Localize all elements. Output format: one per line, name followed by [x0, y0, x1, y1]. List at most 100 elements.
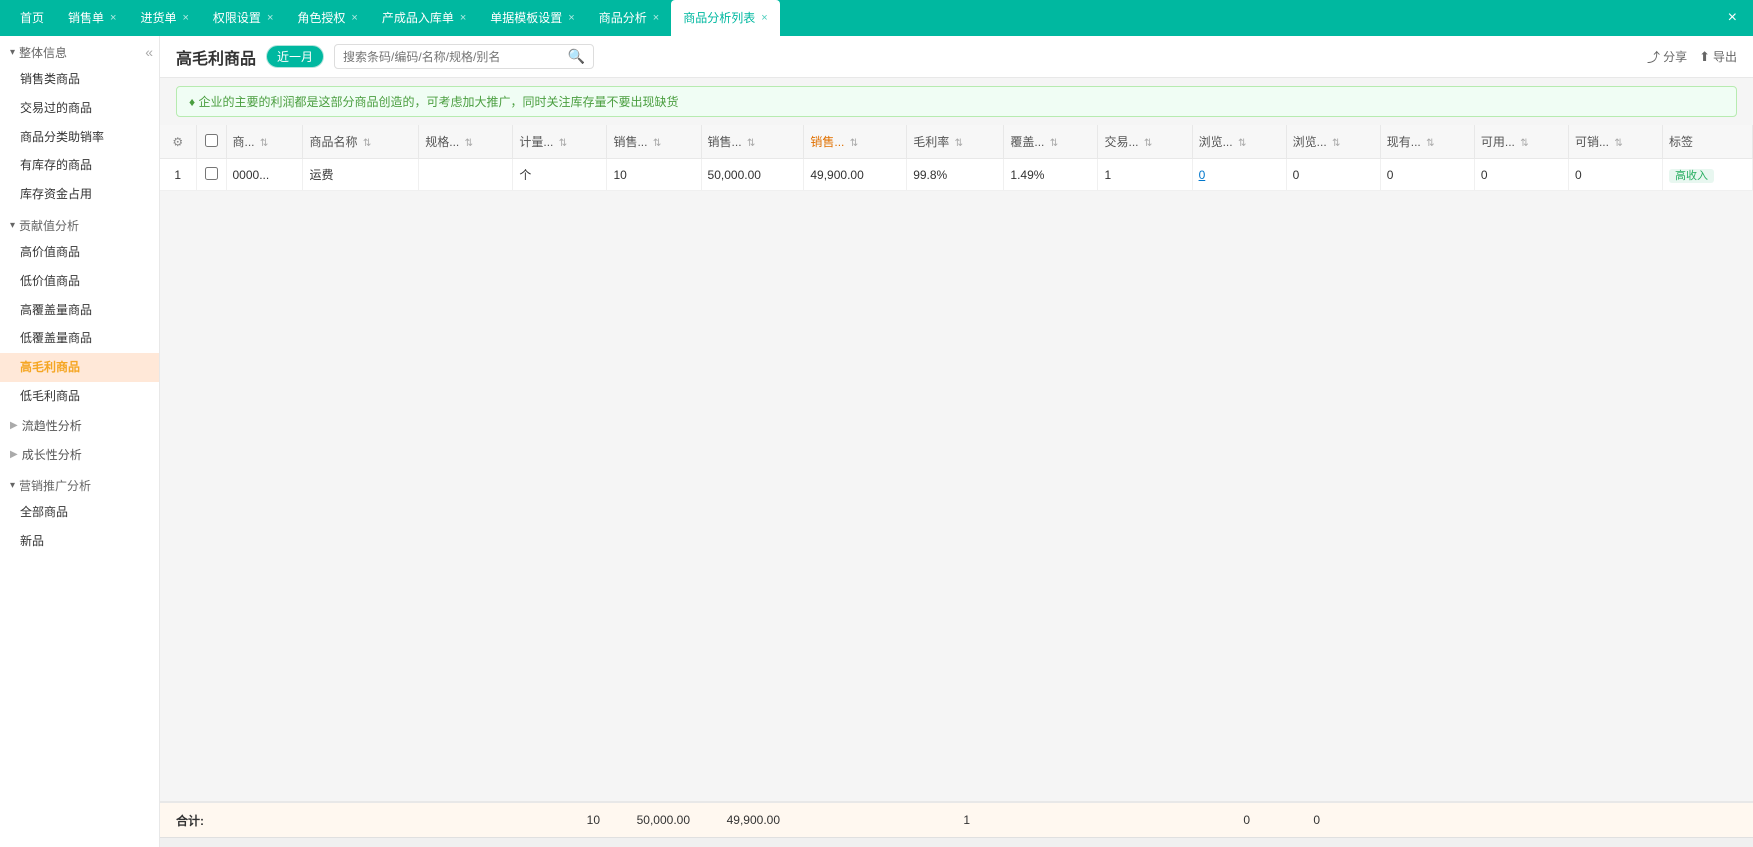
col-checkbox[interactable] [196, 125, 226, 159]
close-all-button[interactable]: × [1720, 9, 1745, 27]
close-icon[interactable]: × [568, 0, 574, 36]
col-current-stock-header[interactable]: 现有... ⇅ [1380, 125, 1474, 159]
sidebar-group-growth[interactable]: ▶ 成长性分析 [0, 440, 159, 469]
col-gross-margin-header[interactable]: 毛利率 ⇅ [907, 125, 1004, 159]
share-icon: ⤴ [1647, 47, 1660, 66]
footer-sellable: 0 [1256, 813, 1326, 827]
col-name-header[interactable]: 商品名称 ⇅ [303, 125, 419, 159]
close-icon[interactable]: × [351, 0, 357, 36]
col-tag-header[interactable]: 标签 [1663, 125, 1753, 159]
sort-icon: ⇅ [1426, 138, 1434, 149]
nav-item-purchase[interactable]: 进货单 × [128, 0, 200, 36]
page-title: 高毛利商品 [176, 45, 256, 69]
table-row: 1 0000... 运费 个 10 50,000.00 49,900.00 99… [160, 159, 1753, 191]
close-icon[interactable]: × [653, 0, 659, 36]
table-header-row: ⚙ 商... ⇅ 商品名称 ⇅ [160, 125, 1753, 159]
row-browse2: 0 [1286, 159, 1380, 191]
sidebar-item-low-coverage[interactable]: 低覆盖量商品 [0, 324, 159, 353]
col-transaction-header[interactable]: 交易... ⇅ [1098, 125, 1192, 159]
sidebar-item-high-coverage[interactable]: 高覆盖量商品 [0, 296, 159, 325]
row-code: 0000... [226, 159, 303, 191]
row-sellable: 0 [1568, 159, 1662, 191]
settings-icon[interactable]: ⚙ [172, 135, 183, 149]
share-button[interactable]: ⤴ 分享 [1647, 47, 1687, 66]
sidebar-item-category-sales-rate[interactable]: 商品分类助销率 [0, 123, 159, 152]
sidebar-item-in-stock-products[interactable]: 有库存的商品 [0, 151, 159, 180]
sidebar-item-all-products[interactable]: 全部商品 [0, 498, 159, 527]
chevron-down-icon: ▾ [10, 47, 15, 58]
close-icon[interactable]: × [267, 0, 273, 36]
content-header: 高毛利商品 近一月 🔍 ⤴ 分享 ⬆ 导出 [160, 36, 1753, 78]
col-sale-amount-header[interactable]: 销售... ⇅ [701, 125, 804, 159]
close-icon[interactable]: × [761, 0, 767, 36]
sidebar-item-sales-products[interactable]: 销售类商品 [0, 65, 159, 94]
row-available: 0 [1474, 159, 1568, 191]
sort-icon: ⇅ [363, 138, 371, 149]
total-label: 合计: [176, 812, 256, 829]
sidebar-group-marketing[interactable]: ▾ 营销推广分析 [0, 469, 159, 498]
select-all-checkbox[interactable] [205, 134, 218, 147]
nav-item-home[interactable]: 首页 [8, 0, 56, 36]
row-spec [419, 159, 513, 191]
sidebar-group-trend[interactable]: ▶ 流趋性分析 [0, 411, 159, 440]
col-coverage-header[interactable]: 覆盖... ⇅ [1004, 125, 1098, 159]
sidebar-item-traded-products[interactable]: 交易过的商品 [0, 94, 159, 123]
row-checkbox-cell[interactable] [196, 159, 226, 191]
col-sale-count-header[interactable]: 销售... ⇅ [607, 125, 701, 159]
col-browse2-header[interactable]: 浏览... ⇅ [1286, 125, 1380, 159]
col-settings[interactable]: ⚙ [160, 125, 196, 159]
search-input[interactable] [343, 50, 564, 64]
search-icon[interactable]: 🔍 [568, 48, 585, 65]
sidebar-collapse-button[interactable]: « [145, 44, 153, 60]
nav-item-product-analysis[interactable]: 商品分析 × [587, 0, 671, 36]
notice-bar: ♦ 企业的主要的利润都是这部分商品创造的，可考虑加大推广，同时关注库存量不要出现… [176, 86, 1737, 117]
col-available-header[interactable]: 可用... ⇅ [1474, 125, 1568, 159]
export-button[interactable]: ⬆ 导出 [1699, 48, 1737, 65]
nav-item-product-analysis-list[interactable]: 商品分析列表 × [671, 0, 779, 36]
sort-icon: ⇅ [653, 138, 661, 149]
status-badge: 高收入 [1669, 169, 1714, 183]
sidebar-item-low-value[interactable]: 低价值商品 [0, 267, 159, 296]
sidebar-group-overall[interactable]: ▾ 整体信息 [0, 36, 159, 65]
nav-item-template[interactable]: 单据模板设置 × [478, 0, 586, 36]
sort-icon: ⇅ [1238, 138, 1246, 149]
sidebar-item-stock-capital[interactable]: 库存资金占用 [0, 180, 159, 209]
close-icon[interactable]: × [460, 0, 466, 36]
sidebar-item-high-margin[interactable]: 高毛利商品 [0, 353, 159, 382]
sort-icon: ⇅ [1614, 138, 1622, 149]
row-name: 运费 [303, 159, 419, 191]
table-wrapper: ⚙ 商... ⇅ 商品名称 ⇅ [160, 125, 1753, 801]
sidebar-item-low-margin[interactable]: 低毛利商品 [0, 382, 159, 411]
sort-icon: ⇅ [850, 138, 858, 149]
horizontal-scrollbar[interactable] [160, 837, 1753, 847]
row-coverage: 1.49% [1004, 159, 1098, 191]
col-code-header[interactable]: 商... ⇅ [226, 125, 303, 159]
col-unit-header[interactable]: 计量... ⇅ [513, 125, 607, 159]
col-sellable-header[interactable]: 可销... ⇅ [1568, 125, 1662, 159]
nav-item-roles[interactable]: 角色授权 × [285, 0, 369, 36]
row-tag: 高收入 [1663, 159, 1753, 191]
main-layout: « ▾ 整体信息 销售类商品 交易过的商品 商品分类助销率 有库存的商品 库存资… [0, 36, 1753, 847]
header-actions: ⤴ 分享 ⬆ 导出 [1647, 47, 1737, 66]
nav-item-product-inbound[interactable]: 产成品入库单 × [370, 0, 478, 36]
row-current-stock: 0 [1380, 159, 1474, 191]
col-sale-profit-header[interactable]: 销售... ⇅ [804, 125, 907, 159]
close-icon[interactable]: × [182, 0, 188, 36]
chevron-right-icon: ▶ [10, 420, 18, 431]
col-spec-header[interactable]: 规格... ⇅ [419, 125, 513, 159]
sidebar-item-high-value[interactable]: 高价值商品 [0, 238, 159, 267]
sort-icon: ⇅ [1144, 138, 1152, 149]
nav-item-sales[interactable]: 销售单 × [56, 0, 128, 36]
nav-item-permissions[interactable]: 权限设置 × [201, 0, 285, 36]
row-browse1[interactable]: 0 [1192, 159, 1286, 191]
row-sale-count: 10 [607, 159, 701, 191]
row-checkbox[interactable] [205, 167, 218, 180]
sort-icon: ⇅ [1050, 138, 1058, 149]
close-icon[interactable]: × [110, 0, 116, 36]
filter-month-button[interactable]: 近一月 [266, 45, 324, 68]
sidebar-group-contribution[interactable]: ▾ 贡献值分析 [0, 209, 159, 238]
sidebar-item-new-products[interactable]: 新品 [0, 527, 159, 556]
row-sale-profit: 49,900.00 [804, 159, 907, 191]
chevron-down-icon: ▾ [10, 480, 15, 491]
col-browse1-header[interactable]: 浏览... ⇅ [1192, 125, 1286, 159]
